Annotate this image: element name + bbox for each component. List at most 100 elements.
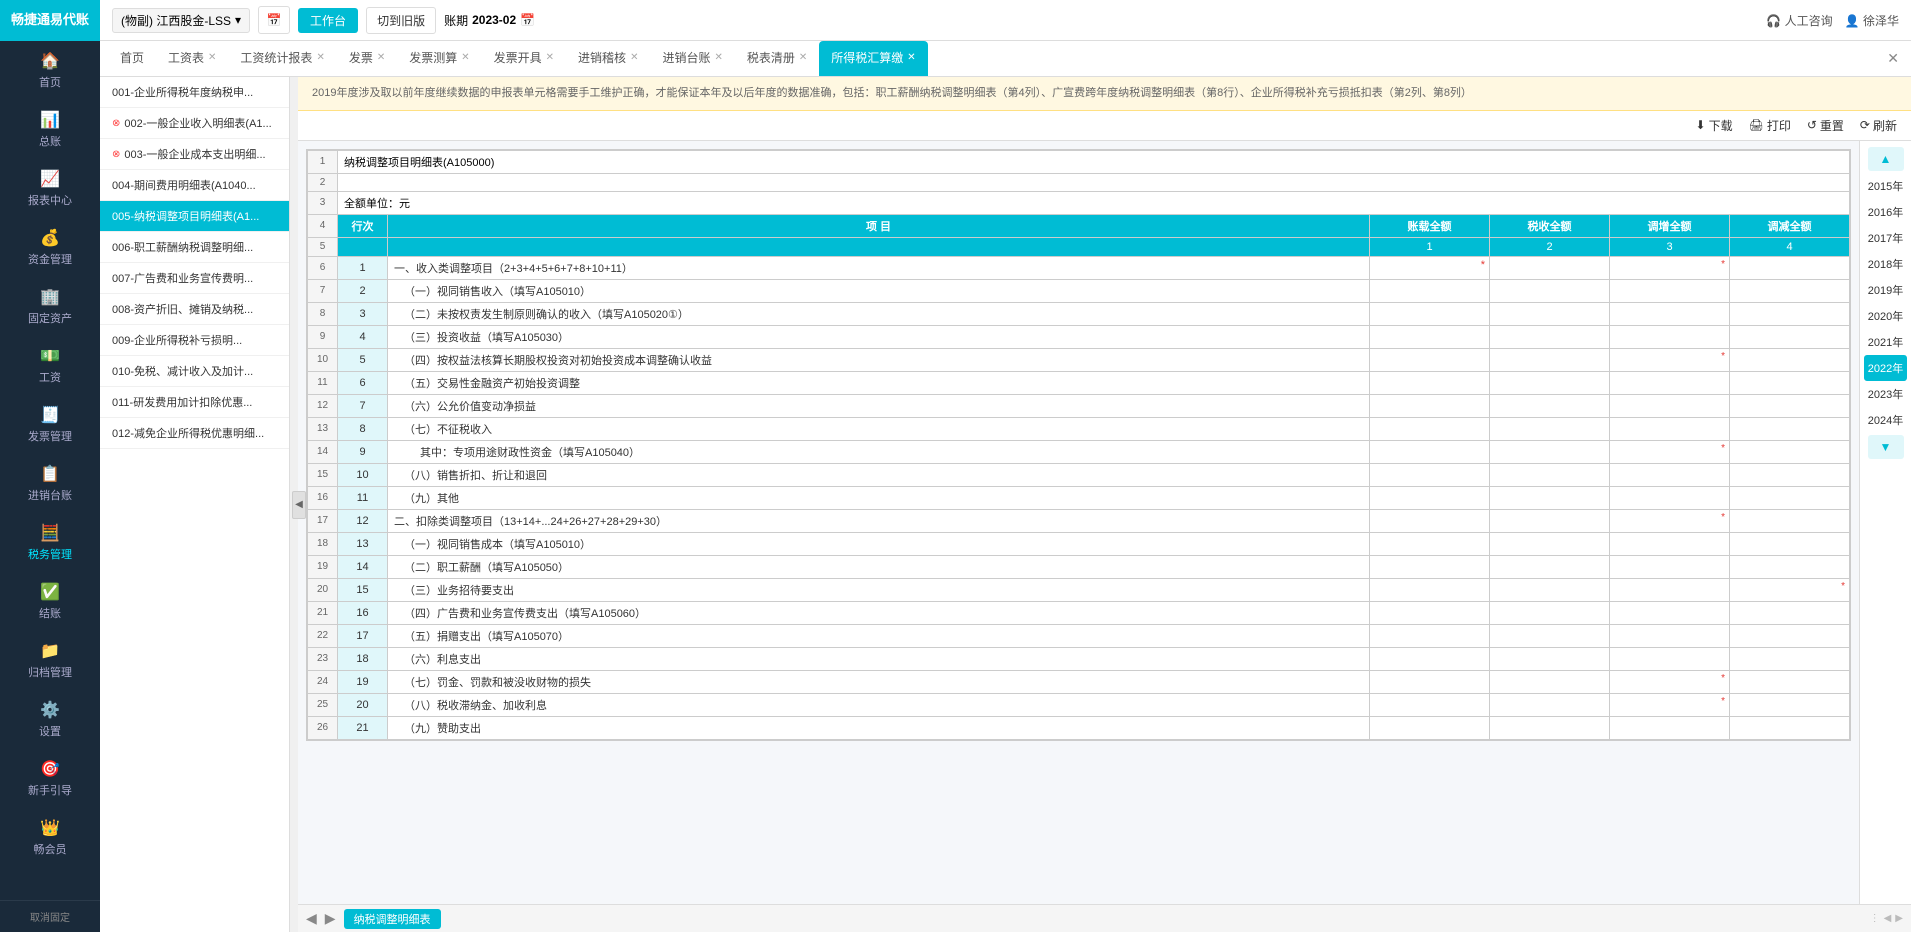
v3-cell[interactable] bbox=[1610, 532, 1730, 555]
v3-cell[interactable]: * bbox=[1610, 256, 1730, 279]
v4-cell[interactable] bbox=[1730, 371, 1850, 394]
v3-cell[interactable] bbox=[1610, 716, 1730, 739]
v4-cell[interactable] bbox=[1730, 463, 1850, 486]
user-service-btn[interactable]: 🎧 人工咨询 bbox=[1766, 12, 1832, 29]
sidebar-item-invoice[interactable]: 🧾 发票管理 bbox=[0, 395, 100, 454]
sidebar-item-finance[interactable]: 💰 资金管理 bbox=[0, 218, 100, 277]
tab-ledger2[interactable]: 进销台账 ✕ bbox=[650, 41, 734, 76]
close-tab-salary[interactable]: ✕ bbox=[208, 52, 216, 63]
v2-cell[interactable] bbox=[1490, 716, 1610, 739]
tab-audit[interactable]: 进销稽核 ✕ bbox=[566, 41, 650, 76]
item-cell[interactable]: （八）税收滞纳金、加收利息 bbox=[388, 693, 1370, 716]
v4-cell[interactable] bbox=[1730, 670, 1850, 693]
v1-cell[interactable] bbox=[1370, 601, 1490, 624]
v2-cell[interactable] bbox=[1490, 440, 1610, 463]
v4-cell[interactable] bbox=[1730, 279, 1850, 302]
year-label[interactable]: 2020年 bbox=[1864, 303, 1907, 329]
v4-cell[interactable] bbox=[1730, 417, 1850, 440]
tab-invoice[interactable]: 发票 ✕ bbox=[337, 41, 397, 76]
v1-cell[interactable] bbox=[1370, 348, 1490, 371]
sidebar-item-home[interactable]: 🏠 首页 bbox=[0, 41, 100, 100]
v3-cell[interactable] bbox=[1610, 624, 1730, 647]
bottom-tab-sheet[interactable]: 纳税调整明细表 bbox=[344, 909, 441, 929]
year-label[interactable]: 2015年 bbox=[1864, 173, 1907, 199]
v3-cell[interactable] bbox=[1610, 555, 1730, 578]
close-tab-salary-report[interactable]: ✕ bbox=[316, 52, 324, 63]
close-tab-ledger2[interactable]: ✕ bbox=[714, 52, 722, 63]
item-cell[interactable]: （四）按权益法核算长期股权投资对初始投资成本调整确认收益 bbox=[388, 348, 1370, 371]
v3-cell[interactable]: * bbox=[1610, 693, 1730, 716]
refresh-button[interactable]: ⟳ 刷新 bbox=[1860, 117, 1897, 134]
v3-cell[interactable] bbox=[1610, 394, 1730, 417]
item-cell[interactable]: （一）视同销售收入（填写A105010） bbox=[388, 279, 1370, 302]
v4-cell[interactable] bbox=[1730, 256, 1850, 279]
v4-cell[interactable] bbox=[1730, 302, 1850, 325]
sidebar-item-settings[interactable]: ⚙️ 设置 bbox=[0, 690, 100, 749]
year-label[interactable]: 2019年 bbox=[1864, 277, 1907, 303]
year-label[interactable]: 2023年 bbox=[1864, 381, 1907, 407]
left-item-010[interactable]: 010-免税、减计收入及加计... bbox=[100, 356, 289, 387]
left-item-009[interactable]: 009-企业所得税补亏损明... bbox=[100, 325, 289, 356]
left-item-007[interactable]: 007-广告费和业务宣传费明... bbox=[100, 263, 289, 294]
v2-cell[interactable] bbox=[1490, 693, 1610, 716]
v2-cell[interactable] bbox=[1490, 555, 1610, 578]
v1-cell[interactable] bbox=[1370, 325, 1490, 348]
v3-cell[interactable] bbox=[1610, 601, 1730, 624]
v1-cell[interactable] bbox=[1370, 486, 1490, 509]
close-tab-audit[interactable]: ✕ bbox=[630, 52, 638, 63]
v3-cell[interactable] bbox=[1610, 279, 1730, 302]
v4-cell[interactable] bbox=[1730, 624, 1850, 647]
item-cell[interactable]: （二）未按权责发生制原则确认的收入（填写A105020①） bbox=[388, 302, 1370, 325]
left-item-002[interactable]: ⊗ 002-一般企业收入明细表(A1... bbox=[100, 108, 289, 139]
left-item-004[interactable]: 004-期间费用明细表(A1040... bbox=[100, 170, 289, 201]
v1-cell[interactable] bbox=[1370, 440, 1490, 463]
v3-cell[interactable]: * bbox=[1610, 348, 1730, 371]
collapse-left-panel[interactable]: ◀ bbox=[292, 491, 306, 519]
v2-cell[interactable] bbox=[1490, 601, 1610, 624]
tab-home[interactable]: 首页 bbox=[108, 41, 156, 76]
sidebar-item-vip[interactable]: 👑 畅会员 bbox=[0, 808, 100, 867]
left-item-012[interactable]: 012-减免企业所得税优惠明细... bbox=[100, 418, 289, 449]
v2-cell[interactable] bbox=[1490, 670, 1610, 693]
v1-cell[interactable] bbox=[1370, 371, 1490, 394]
item-cell[interactable]: 一、收入类调整项目（2+3+4+5+6+7+8+10+11） bbox=[388, 256, 1370, 279]
item-cell[interactable]: （七）不征税收入 bbox=[388, 417, 1370, 440]
v4-cell[interactable] bbox=[1730, 647, 1850, 670]
tab-salary[interactable]: 工资表 ✕ bbox=[156, 41, 228, 76]
v3-cell[interactable] bbox=[1610, 463, 1730, 486]
v3-cell[interactable] bbox=[1610, 302, 1730, 325]
v1-cell[interactable] bbox=[1370, 578, 1490, 601]
v2-cell[interactable] bbox=[1490, 348, 1610, 371]
v4-cell[interactable] bbox=[1730, 532, 1850, 555]
left-item-011[interactable]: 011-研发费用加计扣除优惠... bbox=[100, 387, 289, 418]
close-tab-invoice-open[interactable]: ✕ bbox=[546, 52, 554, 63]
v4-cell[interactable] bbox=[1730, 440, 1850, 463]
item-cell[interactable]: （六）利息支出 bbox=[388, 647, 1370, 670]
left-item-003[interactable]: ⊗ 003-一般企业成本支出明细... bbox=[100, 139, 289, 170]
year-label[interactable]: 2017年 bbox=[1864, 225, 1907, 251]
v2-cell[interactable] bbox=[1490, 509, 1610, 532]
v4-cell[interactable] bbox=[1730, 348, 1850, 371]
left-item-008[interactable]: 008-资产折旧、摊销及纳税... bbox=[100, 294, 289, 325]
close-all-tabs[interactable]: ✕ bbox=[1883, 46, 1903, 71]
v1-cell[interactable] bbox=[1370, 716, 1490, 739]
v3-cell[interactable] bbox=[1610, 417, 1730, 440]
sidebar-item-assets[interactable]: 🏢 固定资产 bbox=[0, 277, 100, 336]
v1-cell[interactable]: * bbox=[1370, 256, 1490, 279]
v4-cell[interactable] bbox=[1730, 325, 1850, 348]
tab-invoice-calc[interactable]: 发票测算 ✕ bbox=[397, 41, 481, 76]
v3-cell[interactable]: * bbox=[1610, 670, 1730, 693]
v3-cell[interactable] bbox=[1610, 325, 1730, 348]
item-cell[interactable]: （一）视同销售成本（填写A105010） bbox=[388, 532, 1370, 555]
v1-cell[interactable] bbox=[1370, 394, 1490, 417]
v2-cell[interactable] bbox=[1490, 279, 1610, 302]
item-cell[interactable]: （五）捐赠支出（填写A105070） bbox=[388, 624, 1370, 647]
download-button[interactable]: ⬇ 下载 bbox=[1696, 117, 1733, 134]
v1-cell[interactable] bbox=[1370, 693, 1490, 716]
tab-invoice-open[interactable]: 发票开具 ✕ bbox=[482, 41, 566, 76]
unpin-button[interactable]: 取消固定 bbox=[0, 900, 100, 932]
item-cell[interactable]: （三）投资收益（填写A105030） bbox=[388, 325, 1370, 348]
year-label[interactable]: 2024年 bbox=[1864, 407, 1907, 433]
sidebar-item-reports[interactable]: 📈 报表中心 bbox=[0, 159, 100, 218]
v1-cell[interactable] bbox=[1370, 624, 1490, 647]
